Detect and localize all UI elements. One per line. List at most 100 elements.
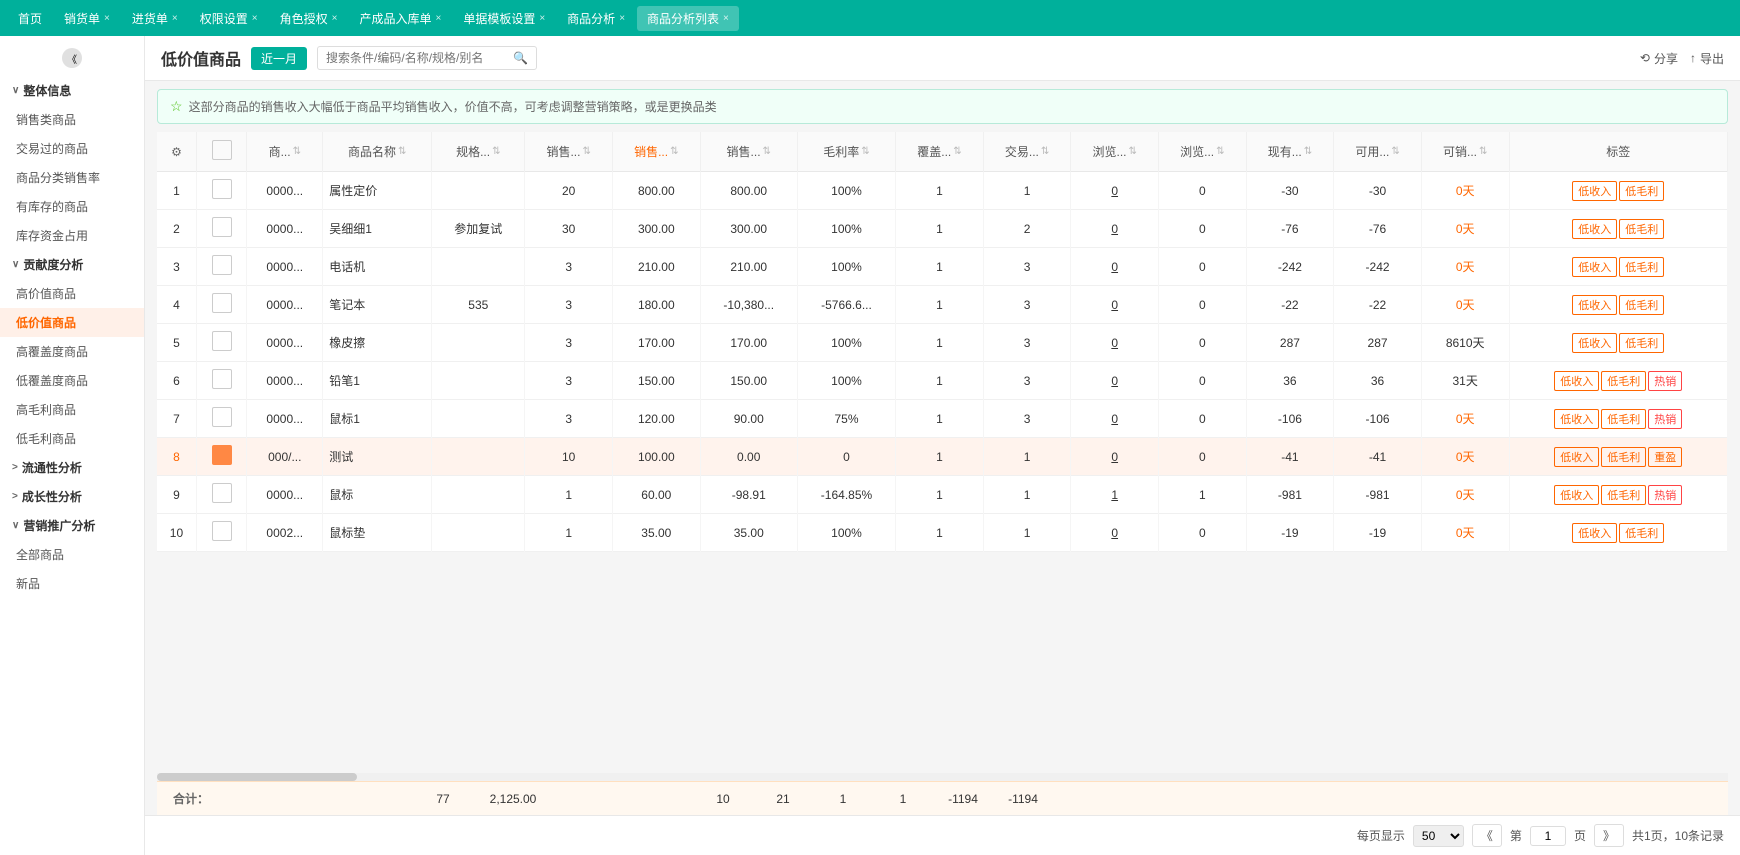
close-icon[interactable]: × [435, 13, 441, 24]
browse1-link[interactable]: 0 [1111, 412, 1118, 426]
sort-icon[interactable]: ⇅ [582, 146, 590, 157]
close-icon[interactable]: × [619, 13, 625, 24]
row-browse1[interactable]: 0 [1071, 286, 1159, 324]
row-checkbox[interactable] [212, 521, 232, 541]
browse1-link[interactable]: 0 [1111, 374, 1118, 388]
sidebar-item-stock-goods[interactable]: 有库存的商品 [0, 192, 144, 221]
col-sales2[interactable]: 销售... ⇅ [612, 132, 700, 172]
filter-recent-month-button[interactable]: 近一月 [251, 47, 307, 70]
col-profit-rate[interactable]: 毛利率 ⇅ [797, 132, 895, 172]
nav-sales-order[interactable]: 销货单 × [54, 6, 120, 31]
row-browse1[interactable]: 0 [1071, 514, 1159, 552]
sort-icon[interactable]: ⇅ [492, 146, 500, 157]
col-sales1[interactable]: 销售... ⇅ [525, 132, 613, 172]
nav-product-analysis-list[interactable]: 商品分析列表 × [637, 6, 739, 31]
sidebar-item-high-coverage[interactable]: 高覆盖度商品 [0, 337, 144, 366]
col-settings[interactable]: ⚙ [157, 132, 196, 172]
sort-icon[interactable]: ⇅ [763, 146, 771, 157]
search-icon[interactable]: 🔍 [513, 51, 528, 65]
select-all-checkbox[interactable] [212, 140, 232, 160]
row-checkbox[interactable] [212, 369, 232, 389]
sidebar-group-liquidity[interactable]: > 流通性分析 [0, 453, 144, 482]
sidebar-item-all-goods[interactable]: 全部商品 [0, 540, 144, 569]
row-checkbox[interactable] [212, 293, 232, 313]
close-icon[interactable]: × [332, 13, 338, 24]
sort-icon[interactable]: ⇅ [398, 146, 406, 157]
browse1-link[interactable]: 0 [1111, 260, 1118, 274]
close-icon[interactable]: × [104, 13, 110, 24]
sort-icon[interactable]: ⇅ [670, 146, 678, 157]
sort-icon[interactable]: ⇅ [953, 146, 961, 157]
sidebar-item-stock-capital[interactable]: 库存资金占用 [0, 221, 144, 250]
close-icon[interactable]: × [172, 13, 178, 24]
sidebar-group-marketing[interactable]: ∨ 营销推广分析 [0, 511, 144, 540]
col-browse1[interactable]: 浏览... ⇅ [1071, 132, 1159, 172]
col-code[interactable]: 商... ⇅ [247, 132, 323, 172]
next-page-button[interactable]: 》 [1594, 824, 1624, 847]
sidebar-item-high-value[interactable]: 高价值商品 [0, 279, 144, 308]
nav-home[interactable]: 首页 [8, 6, 52, 31]
sidebar-item-high-margin[interactable]: 高毛利商品 [0, 395, 144, 424]
close-icon[interactable]: × [539, 13, 545, 24]
sidebar-group-contribution[interactable]: ∨ 贡献度分析 [0, 250, 144, 279]
col-trade[interactable]: 交易... ⇅ [983, 132, 1071, 172]
search-input[interactable] [326, 51, 509, 65]
col-saleable[interactable]: 可销... ⇅ [1421, 132, 1509, 172]
row-checkbox[interactable] [212, 445, 232, 465]
row-checkbox[interactable] [212, 217, 232, 237]
nav-template-settings[interactable]: 单据模板设置 × [453, 6, 555, 31]
sidebar-item-low-value[interactable]: 低价值商品 [0, 308, 144, 337]
prev-page-button[interactable]: 《 [1472, 824, 1502, 847]
row-checkbox[interactable] [212, 331, 232, 351]
sidebar-collapse-button[interactable]: 《 [62, 48, 82, 68]
row-browse1[interactable]: 1 [1071, 476, 1159, 514]
sidebar-item-category-sales-rate[interactable]: 商品分类销售率 [0, 163, 144, 192]
sidebar-item-new-goods[interactable]: 新品 [0, 569, 144, 598]
browse1-link[interactable]: 0 [1111, 298, 1118, 312]
browse1-link[interactable]: 0 [1111, 184, 1118, 198]
col-current[interactable]: 现有... ⇅ [1246, 132, 1334, 172]
sidebar-item-low-margin[interactable]: 低毛利商品 [0, 424, 144, 453]
table-wrapper[interactable]: ⚙ 商... ⇅ 商品名称 [157, 132, 1728, 773]
col-tags[interactable]: 标签 [1509, 132, 1728, 172]
col-spec[interactable]: 规格... ⇅ [432, 132, 525, 172]
share-button[interactable]: ⟲ 分享 [1640, 50, 1678, 67]
browse1-link[interactable]: 0 [1111, 526, 1118, 540]
row-browse1[interactable]: 0 [1071, 362, 1159, 400]
sidebar-item-low-coverage[interactable]: 低覆盖度商品 [0, 366, 144, 395]
page-size-select[interactable]: 50 100 200 [1413, 825, 1464, 847]
nav-purchase-order[interactable]: 进货单 × [122, 6, 188, 31]
sidebar-item-traded-goods[interactable]: 交易过的商品 [0, 134, 144, 163]
sort-icon[interactable]: ⇅ [1041, 146, 1049, 157]
row-checkbox[interactable] [212, 483, 232, 503]
row-browse1[interactable]: 0 [1071, 400, 1159, 438]
col-available[interactable]: 可用... ⇅ [1334, 132, 1422, 172]
col-coverage[interactable]: 覆盖... ⇅ [896, 132, 984, 172]
row-checkbox[interactable] [212, 407, 232, 427]
col-sales3[interactable]: 销售... ⇅ [700, 132, 797, 172]
row-browse1[interactable]: 0 [1071, 324, 1159, 362]
sort-icon[interactable]: ⇅ [1129, 146, 1137, 157]
sidebar-group-overall[interactable]: ∨ 整体信息 [0, 76, 144, 105]
col-name[interactable]: 商品名称 ⇅ [323, 132, 432, 172]
export-button[interactable]: ↑ 导出 [1690, 50, 1724, 67]
col-browse2[interactable]: 浏览... ⇅ [1159, 132, 1247, 172]
sort-icon[interactable]: ⇅ [1479, 146, 1487, 157]
browse1-link[interactable]: 0 [1111, 450, 1118, 464]
row-browse1[interactable]: 0 [1071, 438, 1159, 476]
scrollbar-thumb[interactable] [157, 773, 357, 781]
row-checkbox[interactable] [212, 255, 232, 275]
browse1-link[interactable]: 1 [1111, 488, 1118, 502]
browse1-link[interactable]: 0 [1111, 222, 1118, 236]
sort-icon[interactable]: ⇅ [293, 146, 301, 157]
sidebar-item-sales-goods[interactable]: 销售类商品 [0, 105, 144, 134]
browse1-link[interactable]: 0 [1111, 336, 1118, 350]
sort-icon[interactable]: ⇅ [861, 146, 869, 157]
nav-permission[interactable]: 权限设置 × [190, 6, 268, 31]
horizontal-scrollbar[interactable] [157, 773, 1728, 781]
sort-icon[interactable]: ⇅ [1391, 146, 1399, 157]
close-icon[interactable]: × [252, 13, 258, 24]
row-browse1[interactable]: 0 [1071, 210, 1159, 248]
nav-product-analysis[interactable]: 商品分析 × [557, 6, 635, 31]
nav-product-inbound[interactable]: 产成品入库单 × [349, 6, 451, 31]
